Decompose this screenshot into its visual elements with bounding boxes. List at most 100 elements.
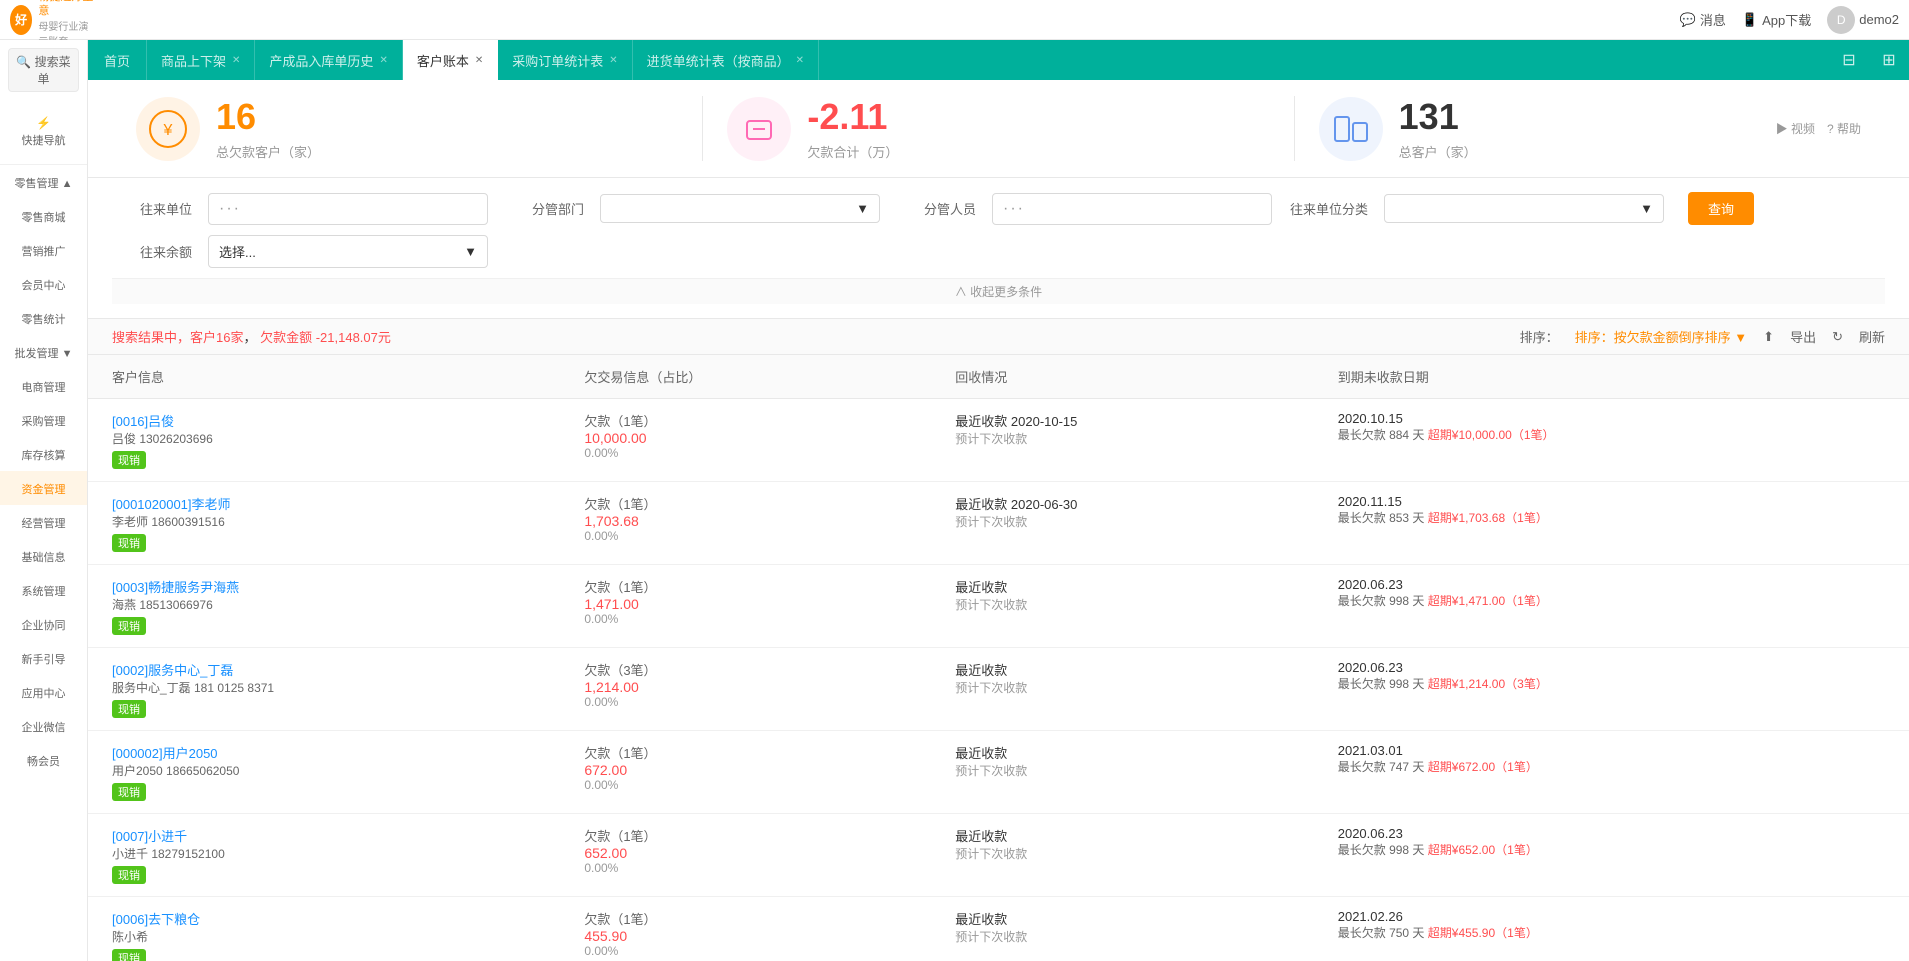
sidebar-item-vip[interactable]: 畅会员 bbox=[0, 743, 87, 777]
video-btn[interactable]: ▶ 视频 bbox=[1776, 120, 1815, 137]
tab-customer-account[interactable]: 客户账本 ✕ bbox=[403, 40, 498, 80]
data-table-wrapper: 客户信息 欠交易信息（占比） 回收情况 到期未收款日期 [0016]吕俊 吕俊 … bbox=[88, 355, 1909, 961]
tab-purchase-stats-close[interactable]: ✕ bbox=[609, 55, 617, 66]
tab-bar-minimize-btn[interactable]: ⊟ bbox=[1829, 40, 1869, 80]
debt-amount-3[interactable]: 1,214.00 bbox=[584, 679, 907, 695]
debt-count-0: 欠款（1笔） bbox=[584, 411, 907, 430]
collapse-icon: ∧ bbox=[955, 285, 967, 299]
debt-amount-4[interactable]: 672.00 bbox=[584, 762, 907, 778]
sidebar-item-retail-mgmt[interactable]: 零售管理 ▲ bbox=[0, 165, 87, 199]
help-btn[interactable]: ? 帮助 bbox=[1827, 120, 1861, 137]
category-select[interactable]: ▼ bbox=[1384, 194, 1664, 223]
tab-product-offsale[interactable]: 商品上下架 ✕ bbox=[147, 40, 255, 80]
category-arrow: ▼ bbox=[1640, 201, 1653, 216]
sidebar-item-enterprise[interactable]: 企业协同 bbox=[0, 607, 87, 641]
sidebar-item-retail-mall[interactable]: 零售商城 bbox=[0, 199, 87, 233]
dept-select[interactable]: ▼ bbox=[600, 194, 880, 223]
sidebar-item-ecommerce[interactable]: 电商管理 bbox=[0, 369, 87, 403]
tab-product-inbound-close[interactable]: ✕ bbox=[379, 55, 387, 66]
customer-name-2[interactable]: [0003]畅捷服务尹海燕 bbox=[112, 577, 536, 596]
query-button[interactable]: 查询 bbox=[1688, 192, 1754, 225]
customer-tag-4: 现销 bbox=[112, 783, 146, 801]
person-input[interactable]: ··· bbox=[992, 193, 1272, 225]
sidebar-item-inventory[interactable]: 库存核算 bbox=[0, 437, 87, 471]
tab-purchase-stats[interactable]: 采购订单统计表 ✕ bbox=[498, 40, 632, 80]
sidebar-item-purchase-mgmt[interactable]: 采购管理 bbox=[0, 403, 87, 437]
overdue-link-5[interactable]: 超期¥652.00（1笔） bbox=[1428, 843, 1538, 857]
next-collection-1: 预计下次收款 bbox=[955, 513, 1289, 530]
col-due-date: 到期未收款日期 bbox=[1314, 355, 1909, 399]
debt-amount-5[interactable]: 652.00 bbox=[584, 845, 907, 861]
avatar: D bbox=[1827, 6, 1855, 34]
cell-debt-6: 欠款（1笔） 455.90 0.00% bbox=[560, 897, 931, 961]
overdue-link-2[interactable]: 超期¥1,471.00（1笔） bbox=[1428, 594, 1548, 608]
due-date-4: 2021.03.01 bbox=[1338, 743, 1885, 758]
customer-name-6[interactable]: [0006]去下粮仓 bbox=[112, 909, 536, 928]
overdue-link-6[interactable]: 超期¥455.90（1笔） bbox=[1428, 926, 1538, 940]
debt-count-1: 欠款（1笔） bbox=[584, 494, 907, 513]
stat-icon-debt bbox=[727, 97, 791, 161]
tab-customer-account-close[interactable]: ✕ bbox=[475, 55, 483, 66]
debt-amount-2[interactable]: 1,471.00 bbox=[584, 596, 907, 612]
sidebar-item-newbie[interactable]: 新手引导 bbox=[0, 641, 87, 675]
sidebar-item-retail-stats[interactable]: 零售统计 bbox=[0, 301, 87, 335]
cell-debt-2: 欠款（1笔） 1,471.00 0.00% bbox=[560, 565, 931, 648]
sidebar-item-operations[interactable]: 经营管理 bbox=[0, 505, 87, 539]
last-collection-5: 最近收款 bbox=[955, 826, 1289, 845]
user-btn[interactable]: D demo2 bbox=[1827, 6, 1899, 34]
sort-label: 排序： bbox=[1520, 327, 1559, 346]
overdue-link-3[interactable]: 超期¥1,214.00（3笔） bbox=[1428, 677, 1548, 691]
app-download-btn[interactable]: 📱 App下载 bbox=[1742, 10, 1811, 29]
sidebar-item-quick-nav[interactable]: ⚡ 快捷导航 bbox=[0, 108, 87, 156]
stat-icon-customers: ¥ bbox=[136, 97, 200, 161]
dept-arrow: ▼ bbox=[856, 201, 869, 216]
table-row: [0006]去下粮仓 陈小希 现销 欠款（1笔） 455.90 0.00% 最近… bbox=[88, 897, 1909, 961]
sidebar-item-apps[interactable]: 应用中心 bbox=[0, 675, 87, 709]
tab-inbound-stats-close[interactable]: ✕ bbox=[796, 55, 804, 66]
balance-select[interactable]: 选择... ▼ bbox=[208, 235, 488, 268]
stat-card-debt: -2.11 欠款合计（万） bbox=[703, 96, 1294, 161]
customer-tag-5: 现销 bbox=[112, 866, 146, 884]
cell-customer-2: [0003]畅捷服务尹海燕 海燕 18513066976 现销 bbox=[88, 565, 560, 648]
overdue-link-4[interactable]: 超期¥672.00（1笔） bbox=[1428, 760, 1538, 774]
customer-name-4[interactable]: [000002]用户2050 bbox=[112, 743, 536, 762]
tab-bar-maximize-btn[interactable]: ⊞ bbox=[1869, 40, 1909, 80]
overdue-link-0[interactable]: 超期¥10,000.00（1笔） bbox=[1428, 428, 1555, 442]
customer-name-0[interactable]: [0016]吕俊 bbox=[112, 411, 536, 430]
debt-amount-0[interactable]: 10,000.00 bbox=[584, 430, 907, 446]
cell-debt-1: 欠款（1笔） 1,703.68 0.00% bbox=[560, 482, 931, 565]
sidebar-item-finance[interactable]: 资金管理 bbox=[0, 471, 87, 505]
debt-percent-3: 0.00% bbox=[584, 695, 907, 709]
svg-text:¥: ¥ bbox=[163, 122, 173, 139]
refresh-btn[interactable]: 刷新 bbox=[1859, 327, 1885, 346]
customer-name-5[interactable]: [0007]小进千 bbox=[112, 826, 536, 845]
export-btn[interactable]: 导出 bbox=[1790, 327, 1816, 346]
tab-product-inbound[interactable]: 产成品入库单历史 ✕ bbox=[255, 40, 402, 80]
tab-product-offsale-close[interactable]: ✕ bbox=[232, 55, 240, 66]
cell-due-3: 2020.06.23 最长欠款 998 天 超期¥1,214.00（3笔） bbox=[1314, 648, 1909, 731]
table-row: [0003]畅捷服务尹海燕 海燕 18513066976 现销 欠款（1笔） 1… bbox=[88, 565, 1909, 648]
sidebar-item-system[interactable]: 系统管理 bbox=[0, 573, 87, 607]
sidebar-item-marketing[interactable]: 营销推广 bbox=[0, 233, 87, 267]
collapse-btn[interactable]: ∧ 收起更多条件 bbox=[112, 278, 1885, 304]
collapse-label: 收起更多条件 bbox=[970, 285, 1042, 299]
sidebar-item-batch-mgmt[interactable]: 批发管理 ▼ bbox=[0, 335, 87, 369]
sidebar-item-wechat[interactable]: 企业微信 bbox=[0, 709, 87, 743]
vendor-input[interactable]: ··· bbox=[208, 193, 488, 225]
sort-select[interactable]: 排序：按欠款金额倒序排序 ▼ bbox=[1575, 327, 1748, 346]
message-btn[interactable]: 💬 消息 bbox=[1680, 10, 1726, 29]
overdue-link-1[interactable]: 超期¥1,703.68（1笔） bbox=[1428, 511, 1548, 525]
tab-inbound-stats[interactable]: 进货单统计表（按商品） ✕ bbox=[633, 40, 819, 80]
debt-amount-1[interactable]: 1,703.68 bbox=[584, 513, 907, 529]
tab-home[interactable]: 首页 bbox=[88, 40, 147, 80]
customer-name-3[interactable]: [0002]服务中心_丁磊 bbox=[112, 660, 536, 679]
debt-count-5: 欠款（1笔） bbox=[584, 826, 907, 845]
customer-name-1[interactable]: [0001020001]李老师 bbox=[112, 494, 536, 513]
search-menu-btn[interactable]: 🔍 搜索菜单 bbox=[8, 48, 79, 92]
sidebar-item-membership[interactable]: 会员中心 bbox=[0, 267, 87, 301]
message-icon: 💬 bbox=[1680, 12, 1696, 28]
cell-due-6: 2021.02.26 最长欠款 750 天 超期¥455.90（1笔） bbox=[1314, 897, 1909, 961]
sidebar-item-basic-info[interactable]: 基础信息 bbox=[0, 539, 87, 573]
debt-amount-6[interactable]: 455.90 bbox=[584, 928, 907, 944]
stat-help-area: ▶ 视频 ? 帮助 bbox=[1776, 120, 1861, 137]
